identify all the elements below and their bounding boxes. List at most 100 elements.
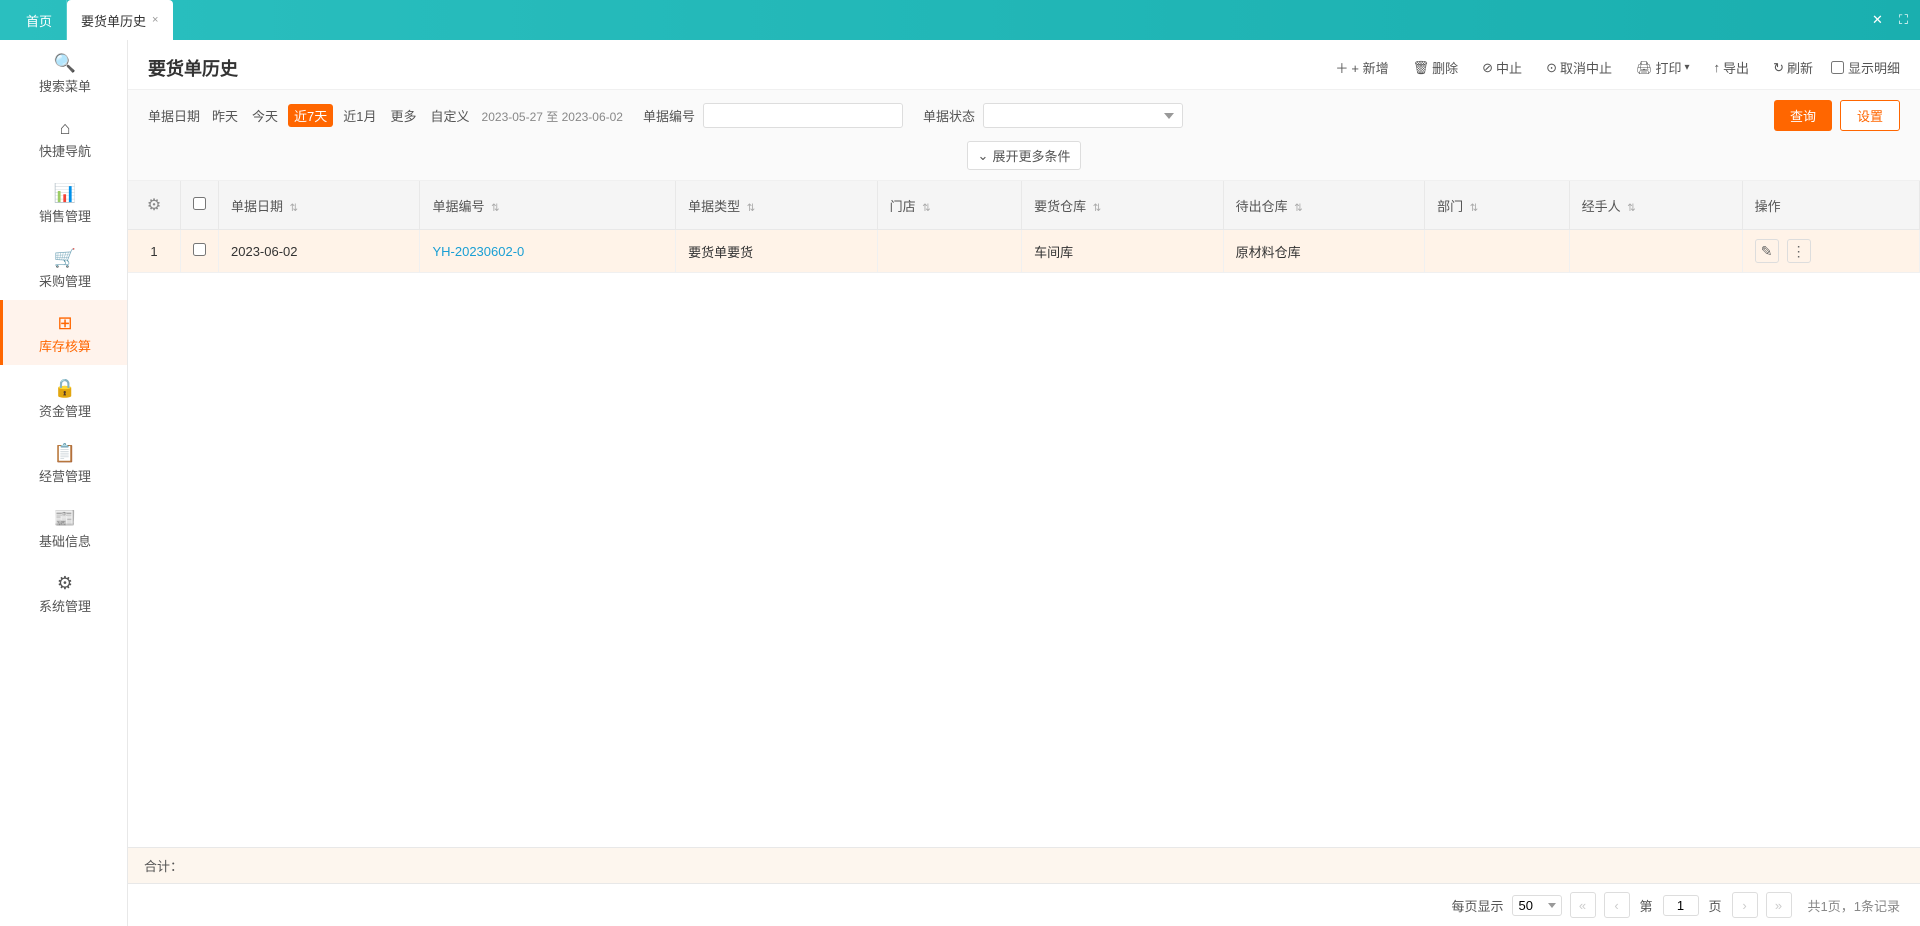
row-order-type: 要货单要货 [676, 230, 877, 273]
sidebar-item-finance-mgmt[interactable]: 🔒 资金管理 [0, 365, 127, 430]
expand-filter-label: 展开更多条件 [992, 146, 1070, 165]
page-header: 要货单历史 ＋ + 新增 🗑 删除 ⊘ 中止 ⊙ 取消中止 [128, 40, 1920, 90]
table-header-row: ⚙ 单据日期 ⇅ 单据编号 ⇅ [128, 181, 1920, 230]
query-button[interactable]: 查询 [1774, 100, 1832, 131]
system-mgmt-icon: ⚙ [57, 574, 73, 592]
page-number-input[interactable] [1663, 895, 1699, 916]
order-type-sort-icon[interactable]: ⇅ [747, 203, 755, 214]
tab-home-label: 首页 [26, 11, 52, 30]
print-icon: 🖨 [1636, 60, 1653, 76]
quick-nav-icon: ⌂ [60, 119, 71, 137]
col-req-warehouse: 要货仓库 ⇅ [1022, 181, 1223, 230]
cancel-stop-label: 取消中止 [1560, 58, 1612, 77]
expand-filter-button[interactable]: ⌄ 展开更多条件 [967, 141, 1082, 170]
row-req-warehouse: 车间库 [1022, 230, 1223, 273]
tab-close-icon[interactable]: × [152, 14, 158, 26]
col-date: 单据日期 ⇅ [219, 181, 420, 230]
first-page-btn[interactable]: « [1570, 892, 1596, 918]
row-checkbox[interactable] [193, 243, 206, 256]
stop-label: 中止 [1496, 58, 1522, 77]
refresh-icon: ↻ [1773, 60, 1784, 76]
pagination-bar: 每页显示 50 20 100 « ‹ 第 页 › » 共1页，1条记录 [128, 883, 1920, 926]
order-no-sort-icon[interactable]: ⇅ [491, 203, 499, 214]
order-no-input[interactable] [703, 103, 903, 128]
inventory-icon: ⊞ [57, 314, 72, 332]
row-order-no-link[interactable]: YH-20230602-0 [432, 244, 524, 259]
sidebar-item-sales-label: 销售管理 [39, 206, 91, 225]
top-bar: 首页 要货单历史 × ✕ ⛶ [0, 0, 1920, 40]
date-shortcut-yesterday[interactable]: 昨天 [208, 105, 242, 126]
date-shortcut-custom[interactable]: 自定义 [427, 105, 474, 126]
window-close-btn[interactable]: ✕ [1872, 12, 1883, 28]
store-sort-icon[interactable]: ⇅ [922, 203, 930, 214]
prev-page-btn[interactable]: ‹ [1604, 892, 1630, 918]
department-sort-icon[interactable]: ⇅ [1470, 203, 1478, 214]
table-row: 1 2023-06-02 YH-20230602-0 要货单要货 车间库 原材料… [128, 230, 1920, 273]
date-shortcut-today[interactable]: 今天 [248, 105, 282, 126]
col-order-type: 单据类型 ⇅ [676, 181, 877, 230]
cancel-stop-icon: ⊙ [1546, 60, 1557, 76]
new-button[interactable]: ＋ + 新增 [1329, 54, 1394, 81]
refresh-button[interactable]: ↻ 刷新 [1767, 54, 1819, 81]
req-warehouse-sort-icon[interactable]: ⇅ [1093, 203, 1101, 214]
print-button[interactable]: 🖨 打印 ▾ [1630, 54, 1696, 81]
op-icons-group: ✎ ⋮ [1755, 239, 1907, 263]
more-icon[interactable]: ⋮ [1787, 239, 1811, 263]
date-filter-group: 单据日期 昨天 今天 近7天 近1月 更多 自定义 2023-05-27 至 2… [148, 104, 623, 127]
sidebar-item-quick-nav[interactable]: ⌂ 快捷导航 [0, 105, 127, 170]
finance-mgmt-icon: 🔒 [54, 379, 76, 397]
sidebar-item-purchase-mgmt[interactable]: 🛒 采购管理 [0, 235, 127, 300]
delete-icon: 🗑 [1413, 60, 1430, 76]
cancel-stop-button[interactable]: ⊙ 取消中止 [1540, 54, 1618, 81]
order-no-filter-group: 单据编号 [643, 103, 903, 128]
window-expand-btn[interactable]: ⛶ [1899, 12, 1908, 28]
edit-icon[interactable]: ✎ [1755, 239, 1779, 263]
page-title: 要货单历史 [148, 55, 238, 81]
export-button[interactable]: ↑ 导出 [1708, 54, 1756, 81]
pending-warehouse-sort-icon[interactable]: ⇅ [1294, 203, 1302, 214]
sidebar-item-system-mgmt[interactable]: ⚙ 系统管理 [0, 560, 127, 625]
col-store: 门店 ⇅ [877, 181, 1022, 230]
settings-button[interactable]: 设置 [1840, 100, 1900, 131]
sidebar-item-basic-info[interactable]: 📰 基础信息 [0, 495, 127, 560]
tab-requisition-history[interactable]: 要货单历史 × [67, 0, 173, 40]
row-pending-warehouse: 原材料仓库 [1223, 230, 1424, 273]
sidebar: 🔍 搜索菜单 ⌂ 快捷导航 📊 销售管理 🛒 采购管理 ⊞ 库存核算 🔒 资金管… [0, 40, 128, 926]
row-operations: ✎ ⋮ [1742, 230, 1919, 273]
tab-requisition-label: 要货单历史 [81, 11, 146, 30]
page-size-select[interactable]: 50 20 100 [1512, 895, 1562, 916]
handler-sort-icon[interactable]: ⇅ [1627, 203, 1635, 214]
delete-button[interactable]: 🗑 删除 [1407, 54, 1465, 81]
row-num: 1 [128, 230, 181, 273]
next-page-btn[interactable]: › [1732, 892, 1758, 918]
sidebar-item-operations-mgmt[interactable]: 📋 经营管理 [0, 430, 127, 495]
sidebar-item-inventory-label: 库存核算 [39, 336, 91, 355]
basic-info-icon: 📰 [54, 509, 76, 527]
date-sort-icon[interactable]: ⇅ [290, 203, 298, 214]
stop-button[interactable]: ⊘ 中止 [1476, 54, 1528, 81]
top-bar-right: ✕ ⛶ [1872, 12, 1908, 28]
col-operations: 操作 [1742, 181, 1919, 230]
date-shortcut-more[interactable]: 更多 [387, 105, 421, 126]
sidebar-item-purchase-label: 采购管理 [39, 271, 91, 290]
filter-bar: 单据日期 昨天 今天 近7天 近1月 更多 自定义 2023-05-27 至 2… [128, 90, 1920, 181]
date-shortcut-recent1month[interactable]: 近1月 [339, 105, 380, 126]
status-select[interactable] [983, 103, 1183, 128]
table-settings-icon[interactable]: ⚙ [140, 191, 168, 219]
status-filter-group: 单据状态 [923, 103, 1183, 128]
total-info: 共1页，1条记录 [1808, 896, 1900, 915]
tab-home[interactable]: 首页 [12, 0, 67, 40]
sidebar-item-sales-mgmt[interactable]: 📊 销售管理 [0, 170, 127, 235]
sidebar-item-inventory[interactable]: ⊞ 库存核算 [0, 300, 127, 365]
last-page-btn[interactable]: » [1766, 892, 1792, 918]
select-all-checkbox[interactable] [193, 197, 206, 210]
display-detail-checkbox-label[interactable]: 显示明细 [1831, 58, 1900, 77]
date-shortcut-recent7[interactable]: 近7天 [288, 104, 333, 127]
sidebar-item-search-menu[interactable]: 🔍 搜索菜单 [0, 40, 127, 105]
row-department [1425, 230, 1570, 273]
display-detail-checkbox[interactable] [1831, 61, 1844, 74]
operations-mgmt-icon: 📋 [54, 444, 76, 462]
purchase-mgmt-icon: 🛒 [54, 249, 76, 267]
date-shortcuts: 昨天 今天 近7天 近1月 更多 自定义 [208, 104, 474, 127]
page-size-label: 每页显示 [1451, 896, 1503, 915]
